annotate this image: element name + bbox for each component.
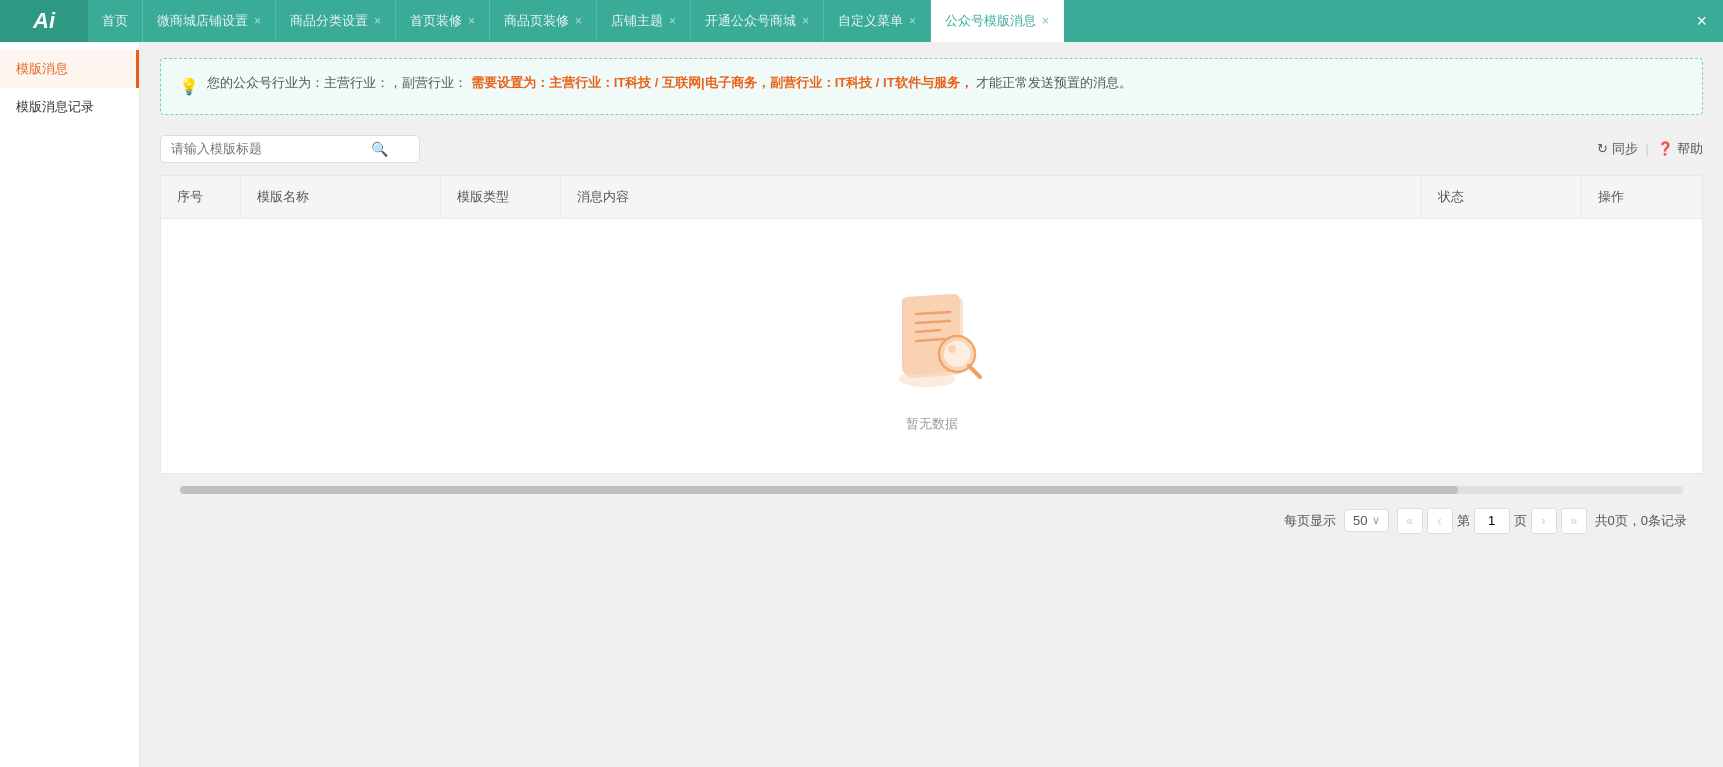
sidebar-item-template-message[interactable]: 模版消息	[0, 50, 139, 88]
nav-tab-list: 首页微商城店铺设置×商品分类设置×首页装修×商品页装修×店铺主题×开通公众号商城…	[88, 0, 1680, 42]
sidebar-item-template-message-record[interactable]: 模版消息记录	[0, 88, 139, 126]
table-header: 序号模版名称模版类型消息内容状态操作	[161, 176, 1702, 219]
close-tab-shop-settings[interactable]: ×	[254, 14, 261, 28]
table-column-header: 消息内容	[561, 176, 1422, 218]
svg-point-8	[948, 345, 956, 353]
close-tab-custom-menu[interactable]: ×	[909, 14, 916, 28]
brand-logo: Ai	[0, 0, 88, 42]
help-button[interactable]: ❓ 帮助	[1657, 140, 1703, 158]
page-size-select[interactable]: 50 ∨	[1344, 509, 1388, 532]
table-column-header: 模版类型	[441, 176, 561, 218]
search-icon[interactable]: 🔍	[371, 141, 388, 157]
main-content: 💡 您的公众号行业为：主营行业：，副营行业： 需要设置为：主营行业：IT科技 /…	[140, 42, 1723, 767]
horizontal-scrollbar[interactable]	[180, 486, 1683, 494]
empty-illustration	[872, 279, 992, 399]
close-tab-open-mall[interactable]: ×	[802, 14, 809, 28]
page-label: 第	[1457, 512, 1470, 530]
main-layout: 模版消息模版消息记录 💡 您的公众号行业为：主营行业：，副营行业： 需要设置为：…	[0, 42, 1723, 767]
svg-point-6	[944, 341, 970, 367]
sidebar: 模版消息模版消息记录	[0, 42, 140, 767]
page-input[interactable]	[1474, 508, 1510, 534]
nav-tab-product-decor[interactable]: 商品页装修×	[490, 0, 597, 42]
scroll-thumb[interactable]	[180, 486, 1458, 494]
nav-tab-category-settings[interactable]: 商品分类设置×	[276, 0, 396, 42]
search-input-wrap[interactable]: 🔍	[160, 135, 420, 163]
total-info: 共0页，0条记录	[1595, 512, 1687, 530]
divider: |	[1646, 141, 1649, 156]
table-column-header: 状态	[1422, 176, 1582, 218]
page-size-label: 每页显示	[1284, 512, 1336, 530]
nav-tab-home[interactable]: 首页	[88, 0, 143, 42]
data-table: 序号模版名称模版类型消息内容状态操作	[160, 175, 1703, 474]
notice-text: 您的公众号行业为：主营行业：，副营行业： 需要设置为：主营行业：IT科技 / 互…	[207, 73, 1132, 94]
close-tab-product-decor[interactable]: ×	[575, 14, 582, 28]
bulb-icon: 💡	[179, 74, 199, 100]
table-column-header: 操作	[1582, 176, 1702, 218]
sync-icon: ↻	[1597, 141, 1608, 156]
search-actions: ↻ 同步 | ❓ 帮助	[1597, 140, 1703, 158]
close-tab-home-decor[interactable]: ×	[468, 14, 475, 28]
nav-tab-custom-menu[interactable]: 自定义菜单×	[824, 0, 931, 42]
last-page-button[interactable]: »	[1561, 508, 1587, 534]
close-all-button[interactable]: ×	[1680, 0, 1723, 42]
empty-state: 暂无数据	[161, 219, 1702, 473]
table-column-header: 序号	[161, 176, 241, 218]
first-page-button[interactable]: «	[1397, 508, 1423, 534]
top-navigation: Ai 首页微商城店铺设置×商品分类设置×首页装修×商品页装修×店铺主题×开通公众…	[0, 0, 1723, 42]
sync-button[interactable]: ↻ 同步	[1597, 140, 1638, 158]
empty-text: 暂无数据	[906, 415, 958, 433]
nav-tab-template-msg[interactable]: 公众号模版消息×	[931, 0, 1064, 42]
nav-tab-shop-settings[interactable]: 微商城店铺设置×	[143, 0, 276, 42]
svg-line-7	[969, 366, 980, 377]
pagination: 每页显示 50 ∨ « ‹ 第 页 › » 共0页，0条记录	[160, 498, 1703, 544]
nav-tab-home-decor[interactable]: 首页装修×	[396, 0, 490, 42]
notice-box: 💡 您的公众号行业为：主营行业：，副营行业： 需要设置为：主营行业：IT科技 /…	[160, 58, 1703, 115]
help-icon: ❓	[1657, 141, 1673, 156]
prev-page-button[interactable]: ‹	[1427, 508, 1453, 534]
page-unit: 页	[1514, 512, 1527, 530]
nav-tab-shop-theme[interactable]: 店铺主题×	[597, 0, 691, 42]
close-tab-template-msg[interactable]: ×	[1042, 14, 1049, 28]
table-column-header: 模版名称	[241, 176, 441, 218]
search-bar: 🔍 ↻ 同步 | ❓ 帮助	[160, 135, 1703, 163]
search-input[interactable]	[171, 141, 371, 156]
nav-tab-open-mall[interactable]: 开通公众号商城×	[691, 0, 824, 42]
next-page-button[interactable]: ›	[1531, 508, 1557, 534]
page-size-value: 50	[1353, 513, 1367, 528]
close-tab-category-settings[interactable]: ×	[374, 14, 381, 28]
close-tab-shop-theme[interactable]: ×	[669, 14, 676, 28]
chevron-down-icon: ∨	[1372, 514, 1380, 527]
pager: « ‹ 第 页 › »	[1397, 508, 1587, 534]
